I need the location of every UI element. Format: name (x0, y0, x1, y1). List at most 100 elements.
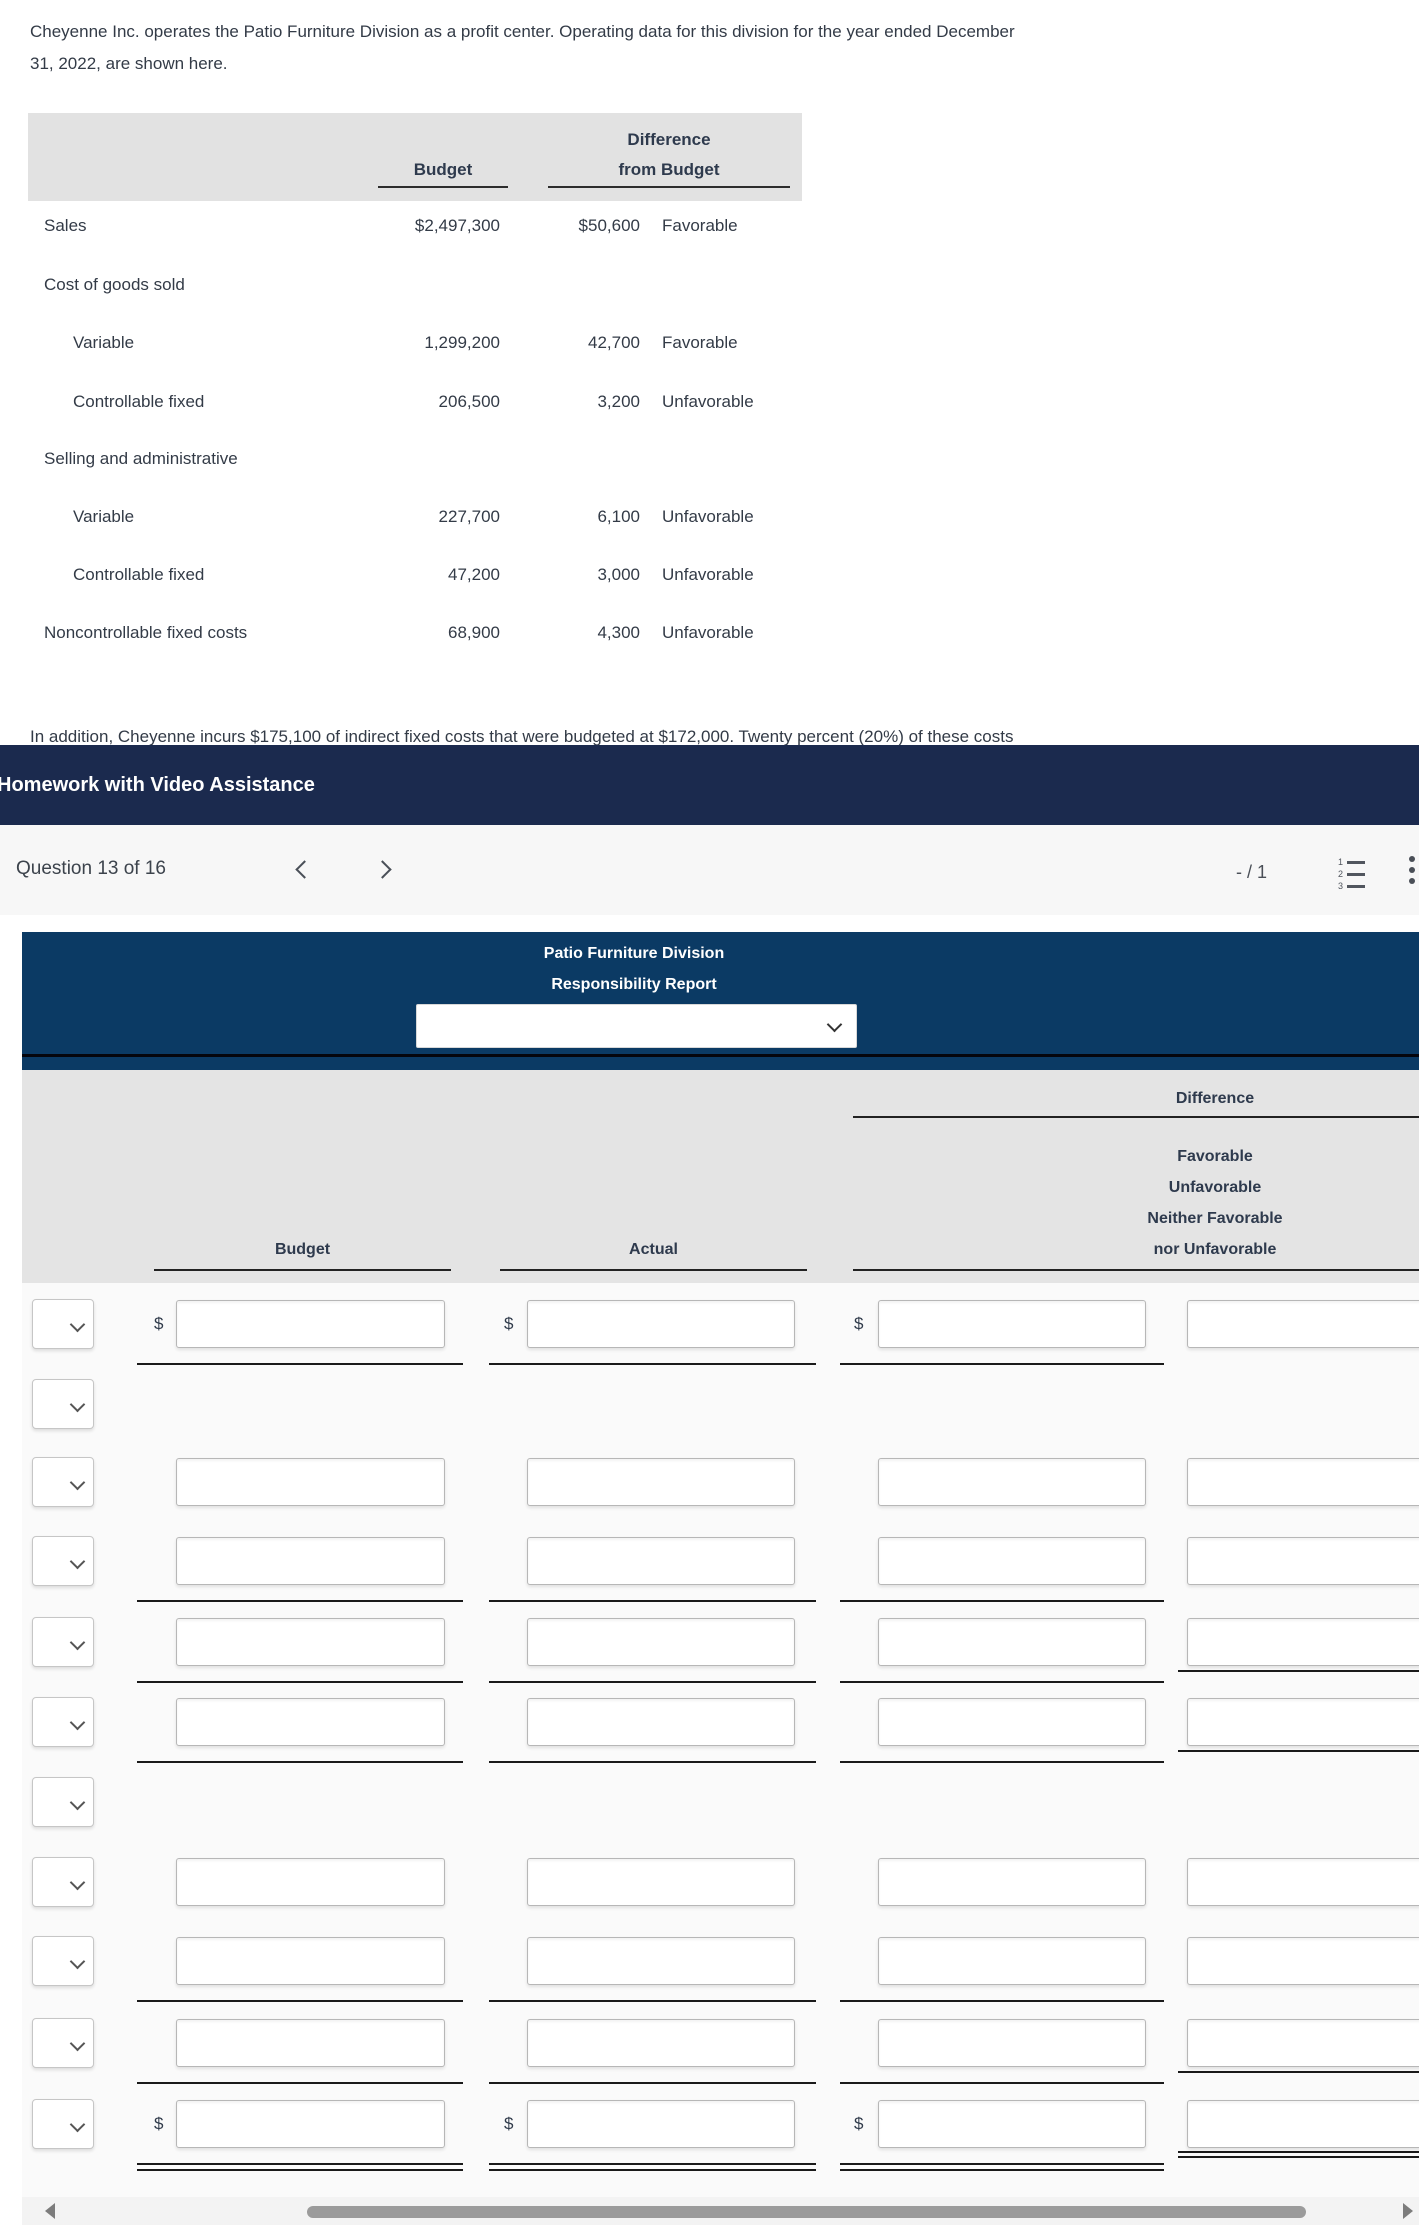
total-rule (489, 1761, 816, 1763)
direction-header-line1: Favorable (1177, 1148, 1253, 1165)
total-rule (489, 1363, 816, 1365)
difference-value: 3,000 (597, 565, 640, 584)
problem-intro-line1: Cheyenne Inc. operates the Patio Furnitu… (30, 22, 1015, 41)
budget-column-header: Budget (413, 160, 473, 179)
difference-input[interactable] (878, 1937, 1146, 1985)
horizontal-scrollbar[interactable] (22, 2197, 1419, 2225)
budget-input[interactable] (176, 2019, 445, 2067)
chevron-down-icon (69, 1874, 86, 1891)
account-select[interactable] (32, 1697, 94, 1747)
account-select[interactable] (32, 1536, 94, 1586)
budget-input[interactable] (176, 1537, 445, 1585)
total-rule (137, 1761, 463, 1763)
total-rule (137, 2163, 463, 2165)
more-options-icon[interactable] (1409, 856, 1415, 889)
question-list-icon[interactable]: 1 2 3 (1338, 858, 1365, 894)
dollar-sign: $ (504, 2114, 514, 2133)
direction-input[interactable] (1187, 1858, 1419, 1906)
budget-input[interactable] (176, 1858, 445, 1906)
actual-input[interactable] (527, 1858, 795, 1906)
budget-input[interactable] (176, 1618, 445, 1666)
page: Cheyenne Inc. operates the Patio Furnitu… (0, 0, 1419, 2225)
actual-input[interactable] (527, 1937, 795, 1985)
homework-title-bar: Homework with Video Assistance (0, 745, 1419, 825)
account-select[interactable] (32, 2018, 94, 2068)
total-rule (137, 2169, 463, 2171)
direction-column-underline (853, 1269, 1419, 1271)
row-label: Cost of goods sold (44, 275, 185, 294)
direction-input[interactable] (1187, 2019, 1419, 2067)
difference-input[interactable] (878, 1858, 1146, 1906)
report-type-select[interactable] (416, 1004, 857, 1048)
addendum-text-clipped: In addition, Cheyenne incurs $175,100 of… (30, 727, 1014, 745)
actual-input[interactable] (527, 1458, 795, 1506)
account-select[interactable] (32, 2099, 94, 2149)
difference-input[interactable] (878, 1698, 1146, 1746)
direction-value: Unfavorable (662, 565, 754, 584)
chevron-down-icon (69, 1953, 86, 1970)
total-rule (840, 2169, 1164, 2171)
direction-input[interactable] (1187, 1698, 1419, 1746)
budget-input[interactable] (176, 1937, 445, 1985)
budget-input[interactable] (176, 2100, 445, 2148)
scroll-right-arrow-icon[interactable] (1403, 2203, 1413, 2219)
total-rule (137, 1681, 463, 1683)
difference-input[interactable] (878, 1300, 1146, 1348)
direction-input[interactable] (1187, 1458, 1419, 1506)
previous-question-button[interactable] (295, 860, 314, 879)
actual-input[interactable] (527, 1618, 795, 1666)
actual-input[interactable] (527, 2019, 795, 2067)
actual-input[interactable] (527, 1537, 795, 1585)
row-label: Variable (73, 333, 135, 352)
row-label: Noncontrollable fixed costs (44, 623, 248, 642)
direction-input[interactable] (1187, 1300, 1419, 1348)
row-label: Controllable fixed (73, 565, 205, 584)
actual-input[interactable] (527, 1698, 795, 1746)
total-rule (1178, 2071, 1419, 2073)
direction-input[interactable] (1187, 2100, 1419, 2148)
difference-input[interactable] (878, 1458, 1146, 1506)
direction-value: Favorable (662, 216, 738, 235)
difference-input[interactable] (878, 1537, 1146, 1585)
total-rule (137, 1600, 463, 1602)
dollar-sign: $ (854, 2114, 864, 2133)
direction-input[interactable] (1187, 1537, 1419, 1585)
scroll-left-arrow-icon[interactable] (45, 2203, 55, 2219)
total-rule (840, 1600, 1164, 1602)
account-select[interactable] (32, 1457, 94, 1507)
budget-input[interactable] (176, 1300, 445, 1348)
total-rule (1178, 2151, 1419, 2153)
scrollbar-thumb[interactable] (307, 2206, 1306, 2218)
report-title-line2: Responsibility Report (551, 976, 717, 993)
direction-input[interactable] (1187, 1937, 1419, 1985)
difference-input[interactable] (878, 2019, 1146, 2067)
difference-group-underline (853, 1116, 1419, 1118)
direction-value: Unfavorable (662, 507, 754, 526)
total-rule (1178, 1670, 1419, 1672)
direction-input[interactable] (1187, 1618, 1419, 1666)
account-select[interactable] (32, 1617, 94, 1667)
difference-value: 42,700 (588, 333, 640, 352)
account-select[interactable] (32, 1936, 94, 1986)
account-select[interactable] (32, 1857, 94, 1907)
direction-header-line4: nor Unfavorable (1153, 1241, 1277, 1258)
total-rule (840, 1761, 1164, 1763)
row-label: Sales (44, 216, 87, 235)
difference-group-header: Difference (1175, 1090, 1255, 1107)
actual-input[interactable] (527, 2100, 795, 2148)
next-question-button[interactable] (373, 860, 392, 879)
account-select[interactable] (32, 1299, 94, 1349)
dollar-sign: $ (154, 1314, 164, 1333)
difference-input[interactable] (878, 1618, 1146, 1666)
total-rule (489, 2000, 816, 2002)
difference-input[interactable] (878, 2100, 1146, 2148)
account-select[interactable] (32, 1379, 94, 1429)
actual-input[interactable] (527, 1300, 795, 1348)
budget-input[interactable] (176, 1458, 445, 1506)
total-rule (1178, 2156, 1419, 2158)
budget-input[interactable] (176, 1698, 445, 1746)
total-rule (137, 2082, 463, 2084)
account-select[interactable] (32, 1777, 94, 1827)
difference-header-underline (548, 186, 790, 188)
problem-intro-line2: 31, 2022, are shown here. (30, 54, 228, 73)
